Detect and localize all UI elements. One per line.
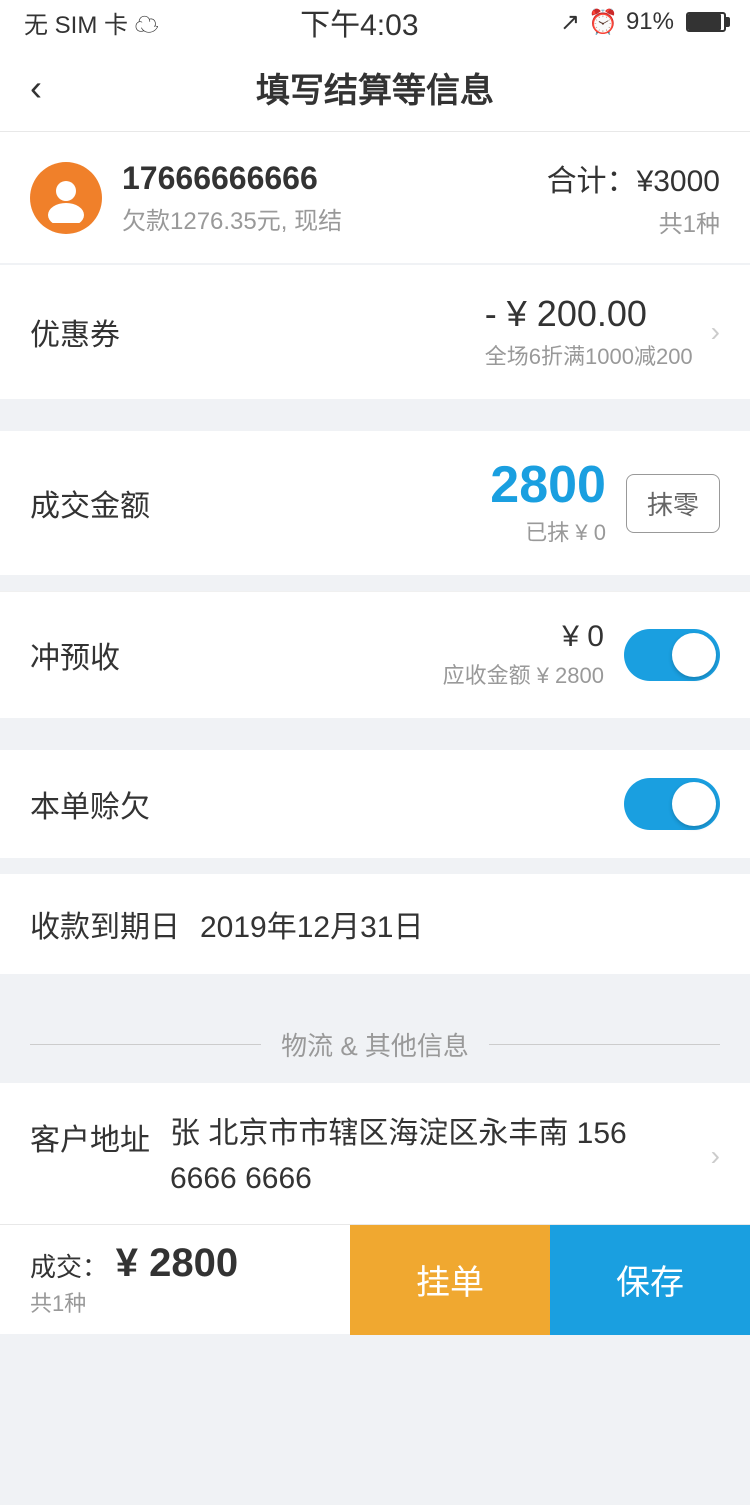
- debt-toggle[interactable]: [624, 778, 720, 830]
- back-button[interactable]: ‹: [30, 67, 42, 109]
- coupon-desc: 全场6折满1000减200: [485, 339, 693, 371]
- total-count: 共1种: [547, 204, 720, 239]
- bottom-transaction-value: ¥ 2800: [116, 1241, 238, 1285]
- chevron-right-icon: ›: [711, 316, 720, 348]
- bottom-total-area: 成交： ¥ 2800 共1种: [0, 1241, 350, 1318]
- amount-right: 2800 已抹 ¥ 0 抹零: [490, 459, 720, 547]
- bottom-count: 共1种: [30, 1286, 320, 1318]
- prepay-right: ¥ 0 应收金额 ¥ 2800: [443, 620, 720, 690]
- amount-label: 成交金额: [30, 481, 150, 525]
- total-amount: 合计：¥3000: [547, 156, 720, 200]
- duedate-label: 收款到期日: [30, 902, 180, 946]
- prepay-amount: ¥ 0: [443, 620, 604, 654]
- bottom-transaction-label: 成交：: [30, 1252, 108, 1282]
- user-left: 17666666666 欠款1276.35元, 现结: [30, 160, 342, 236]
- avatar: [30, 162, 102, 234]
- hold-button[interactable]: 挂单: [350, 1225, 550, 1335]
- status-right: ↗ ⏰ 91%: [560, 8, 726, 37]
- status-time: 下午4:03: [300, 0, 418, 44]
- page-title: 填写结算等信息: [256, 63, 494, 112]
- debt-row: 本单赊欠: [0, 750, 750, 858]
- coupon-right: - ¥ 200.00 全场6折满1000减200 ›: [485, 293, 720, 371]
- bottom-btn-group: 挂单 保存: [350, 1225, 750, 1335]
- section-divider-2: [0, 734, 750, 750]
- coupon-discount: - ¥ 200.00: [485, 293, 693, 335]
- signal-icon: ↗: [560, 8, 580, 37]
- coupon-row[interactable]: 优惠券 - ¥ 200.00 全场6折满1000减200 ›: [0, 265, 750, 399]
- battery-icon: [686, 12, 726, 32]
- user-debt: 欠款1276.35元, 现结: [122, 201, 342, 236]
- toggle-knob: [672, 633, 716, 677]
- prepay-toggle[interactable]: [624, 629, 720, 681]
- debt-toggle-knob: [672, 782, 716, 826]
- nav-bar: ‹ 填写结算等信息: [0, 44, 750, 132]
- logistics-line-right: [489, 1044, 720, 1045]
- user-phone: 17666666666: [122, 160, 342, 197]
- prepay-label: 冲预收: [30, 633, 120, 677]
- prepay-row: 冲预收 ¥ 0 应收金额 ¥ 2800: [0, 591, 750, 718]
- section-divider: [0, 415, 750, 431]
- coupon-label: 优惠券: [30, 310, 120, 354]
- amount-value: 2800: [490, 459, 606, 511]
- prepay-amount-wrap: ¥ 0 应收金额 ¥ 2800: [443, 620, 604, 690]
- amount-row: 成交金额 2800 已抹 ¥ 0 抹零: [0, 431, 750, 575]
- prepay-sub: 应收金额 ¥ 2800: [443, 658, 604, 690]
- logistics-header: 物流 & 其他信息: [0, 1006, 750, 1083]
- user-total: 合计：¥3000 共1种: [547, 156, 720, 239]
- avatar-icon: [41, 173, 91, 223]
- address-content: 张 北京市市辖区海淀区永丰南 156 6666 6666: [170, 1111, 699, 1201]
- duedate-value: 2019年12月31日: [200, 902, 423, 946]
- address-label: 客户地址: [30, 1111, 150, 1159]
- round-zero-button[interactable]: 抹零: [626, 474, 720, 533]
- user-info: 17666666666 欠款1276.35元, 现结: [122, 160, 342, 236]
- clock-icon: ⏰: [588, 8, 618, 37]
- logistics-divider: [0, 990, 750, 1006]
- debt-label: 本单赊欠: [30, 782, 150, 826]
- amount-sub: 已抹 ¥ 0: [490, 515, 606, 547]
- sim-label: 无 SIM 卡 ☁: [24, 5, 159, 40]
- battery-percentage: 91%: [626, 8, 674, 36]
- status-left: 无 SIM 卡 ☁: [24, 5, 159, 40]
- logistics-title: 物流 & 其他信息: [281, 1026, 469, 1063]
- bottom-bar: 成交： ¥ 2800 共1种 挂单 保存: [0, 1224, 750, 1334]
- amount-value-wrap: 2800 已抹 ¥ 0: [490, 459, 606, 547]
- status-bar: 无 SIM 卡 ☁ 下午4:03 ↗ ⏰ 91%: [0, 0, 750, 44]
- address-chevron-icon: ›: [711, 1140, 720, 1172]
- logistics-line-left: [30, 1044, 261, 1045]
- address-row[interactable]: 客户地址 张 北京市市辖区海淀区永丰南 156 6666 6666 ›: [0, 1083, 750, 1229]
- save-button[interactable]: 保存: [550, 1225, 750, 1335]
- user-card: 17666666666 欠款1276.35元, 现结 合计：¥3000 共1种: [0, 132, 750, 263]
- duedate-row: 收款到期日 2019年12月31日: [0, 874, 750, 974]
